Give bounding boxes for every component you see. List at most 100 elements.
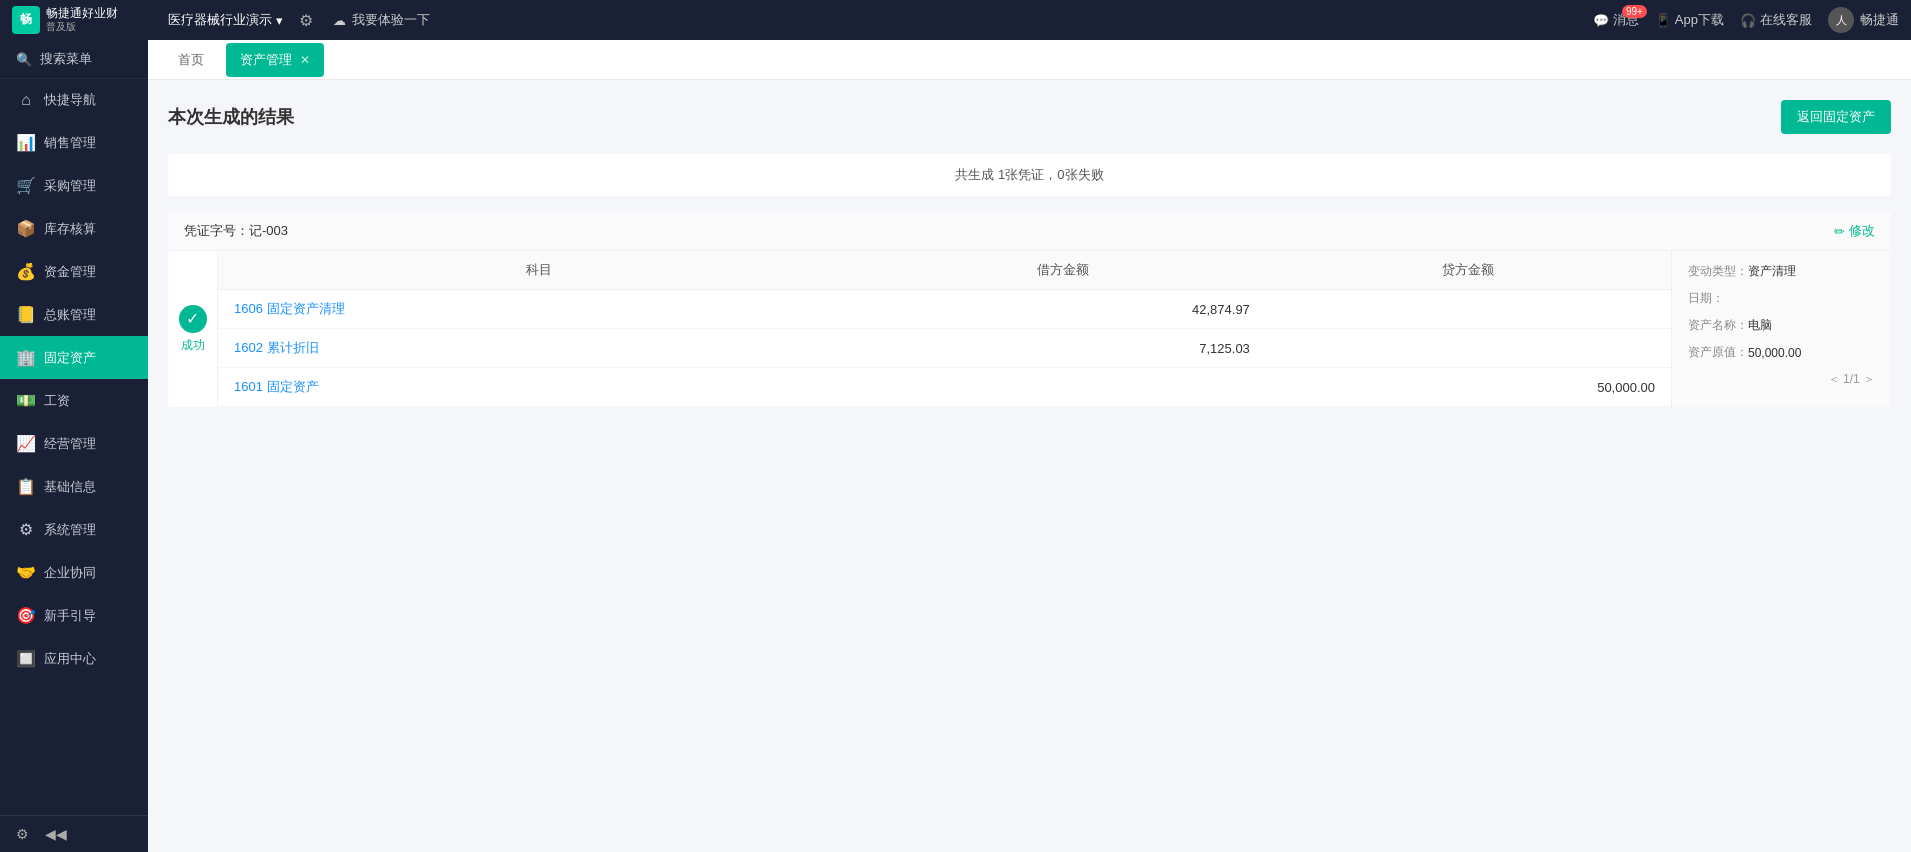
sidebar-item-inventory[interactable]: 📦 库存核算 [0,207,148,250]
sidebar-item-basic-info[interactable]: 📋 基础信息 [0,465,148,508]
voucher-table: 科目 借方金额 贷方金额 1606 固定资产清理 42,874.97 [218,251,1671,407]
subject-cell: 1602 累计折旧 [218,329,861,368]
change-type-value: 资产清理 [1748,263,1875,280]
table-row: 1601 固定资产 50,000.00 [218,368,1671,407]
header-right: 💬 消息 99+ 📱 App下载 🎧 在线客服 人 畅捷通 [1593,7,1899,33]
sidebar-item-enterprise[interactable]: 🤝 企业协同 [0,551,148,594]
sidebar-search[interactable]: 🔍 搜索菜单 [0,40,148,79]
subject-cell: 1606 固定资产清理 [218,290,861,329]
tab-close-icon[interactable]: ✕ [300,53,310,67]
voucher-card: 凭证字号：记-003 ✏ 修改 ✓ 成功 [168,212,1891,407]
asset-value-value: 50,000.00 [1748,346,1875,360]
success-label: 成功 [181,337,205,354]
sidebar-item-ledger[interactable]: 📒 总账管理 [0,293,148,336]
return-button[interactable]: 返回固定资产 [1781,100,1891,134]
messages-button[interactable]: 💬 消息 99+ [1593,11,1639,29]
voucher-table-area: 科目 借方金额 贷方金额 1606 固定资产清理 42,874.97 [218,251,1671,407]
sidebar-item-app-center[interactable]: 🔲 应用中心 [0,637,148,680]
summary-text: 共生成 1张凭证，0张失败 [955,167,1103,182]
sidebar-item-sales[interactable]: 📊 销售管理 [0,121,148,164]
prev-page-btn[interactable]: ＜ [1828,372,1840,386]
app-download-button[interactable]: 📱 App下载 [1655,11,1724,29]
sidebar-item-purchase[interactable]: 🛒 采购管理 [0,164,148,207]
sidebar-label: 基础信息 [44,478,96,496]
username: 畅捷通 [1860,11,1899,29]
system-icon: ⚙ [16,520,36,539]
sidebar-label: 快捷导航 [44,91,96,109]
sidebar-label: 库存核算 [44,220,96,238]
edit-button[interactable]: ✏ 修改 [1834,222,1875,240]
sidebar-item-operations[interactable]: 📈 经营管理 [0,422,148,465]
operations-icon: 📈 [16,434,36,453]
table-row: 1602 累计折旧 7,125.03 [218,329,1671,368]
asset-value-label: 资产原值： [1688,344,1748,361]
sidebar-item-funds[interactable]: 💰 资金管理 [0,250,148,293]
main-layout: 🔍 搜索菜单 ⌂ 快捷导航 📊 销售管理 🛒 采购管理 📦 库存核算 💰 资金管… [0,40,1911,852]
success-circle: ✓ [179,305,207,333]
asset-name-value: 电脑 [1748,317,1875,334]
credit-cell: 50,000.00 [1266,368,1671,407]
cloud-icon: ☁ [333,13,346,28]
search-label: 搜索菜单 [40,50,92,68]
page-info: 1/1 [1843,372,1863,386]
asset-name-row: 资产名称： 电脑 [1688,317,1875,334]
dropdown-icon: ▾ [276,13,283,28]
sales-icon: 📊 [16,133,36,152]
sidebar-label: 资金管理 [44,263,96,281]
salary-icon: 💵 [16,391,36,410]
gear-button[interactable]: ⚙ [291,5,321,35]
funds-icon: 💰 [16,262,36,281]
sidebar-item-system[interactable]: ⚙ 系统管理 [0,508,148,551]
status-column: ✓ 成功 [168,251,218,407]
page-header: 本次生成的结果 返回固定资产 [168,100,1891,134]
try-button[interactable]: ☁ 我要体验一下 [333,11,430,29]
sidebar-label: 企业协同 [44,564,96,582]
user-area[interactable]: 人 畅捷通 [1828,7,1899,33]
debit-cell [861,368,1266,407]
date-label: 日期： [1688,290,1748,307]
side-info-panel: 变动类型： 资产清理 日期： 资产名称： 电脑 资产原值： [1671,251,1891,407]
home-icon: ⌂ [16,91,36,109]
logo-icon: 畅 [12,6,40,34]
top-header: 畅 畅捷通好业财 普及版 医疗器械行业演示 ▾ ⚙ ☁ 我要体验一下 💬 消息 … [0,0,1911,40]
debit-cell: 7,125.03 [861,329,1266,368]
ledger-icon: 📒 [16,305,36,324]
tab-home[interactable]: 首页 [164,43,218,77]
sidebar-label: 总账管理 [44,306,96,324]
sidebar-label: 系统管理 [44,521,96,539]
settings-bottom-icon[interactable]: ⚙ [16,826,29,842]
sidebar-label: 采购管理 [44,177,96,195]
table-row: 1606 固定资产清理 42,874.97 [218,290,1671,329]
sidebar-label: 应用中心 [44,650,96,668]
next-page-btn[interactable]: ＞ [1863,372,1875,386]
sidebar-label: 工资 [44,392,70,410]
page-content: 本次生成的结果 返回固定资产 共生成 1张凭证，0张失败 凭证字号：记-003 … [148,80,1911,852]
collapse-icon[interactable]: ◀◀ [45,826,67,842]
col-header-debit: 借方金额 [861,251,1266,290]
guide-icon: 🎯 [16,606,36,625]
asset-value-row: 资产原值： 50,000.00 [1688,344,1875,361]
content-area: 首页 资产管理 ✕ 本次生成的结果 返回固定资产 共生成 1张凭证，0张失败 [148,40,1911,852]
change-type-row: 变动类型： 资产清理 [1688,263,1875,280]
sidebar-label: 经营管理 [44,435,96,453]
sidebar-label: 销售管理 [44,134,96,152]
col-header-subject: 科目 [218,251,861,290]
sidebar-item-salary[interactable]: 💵 工资 [0,379,148,422]
asset-name-label: 资产名称： [1688,317,1748,334]
edit-icon: ✏ [1834,224,1845,239]
sidebar-label: 新手引导 [44,607,96,625]
page-title: 本次生成的结果 [168,105,294,129]
company-selector[interactable]: 医疗器械行业演示 ▾ [160,7,291,33]
message-icon: 💬 [1593,13,1609,28]
logo-area: 畅 畅捷通好业财 普及版 [12,6,160,34]
sidebar-item-quick-nav[interactable]: ⌂ 快捷导航 [0,79,148,121]
service-icon: 🎧 [1740,13,1756,28]
sidebar-item-guide[interactable]: 🎯 新手引导 [0,594,148,637]
pagination[interactable]: ＜ 1/1 ＞ [1688,371,1875,388]
tab-asset-mgmt[interactable]: 资产管理 ✕ [226,43,324,77]
date-row: 日期： [1688,290,1875,307]
logo-edition: 普及版 [46,20,118,34]
online-service-button[interactable]: 🎧 在线客服 [1740,11,1812,29]
summary-bar: 共生成 1张凭证，0张失败 [168,154,1891,196]
sidebar-item-fixed-assets[interactable]: 🏢 固定资产 [0,336,148,379]
